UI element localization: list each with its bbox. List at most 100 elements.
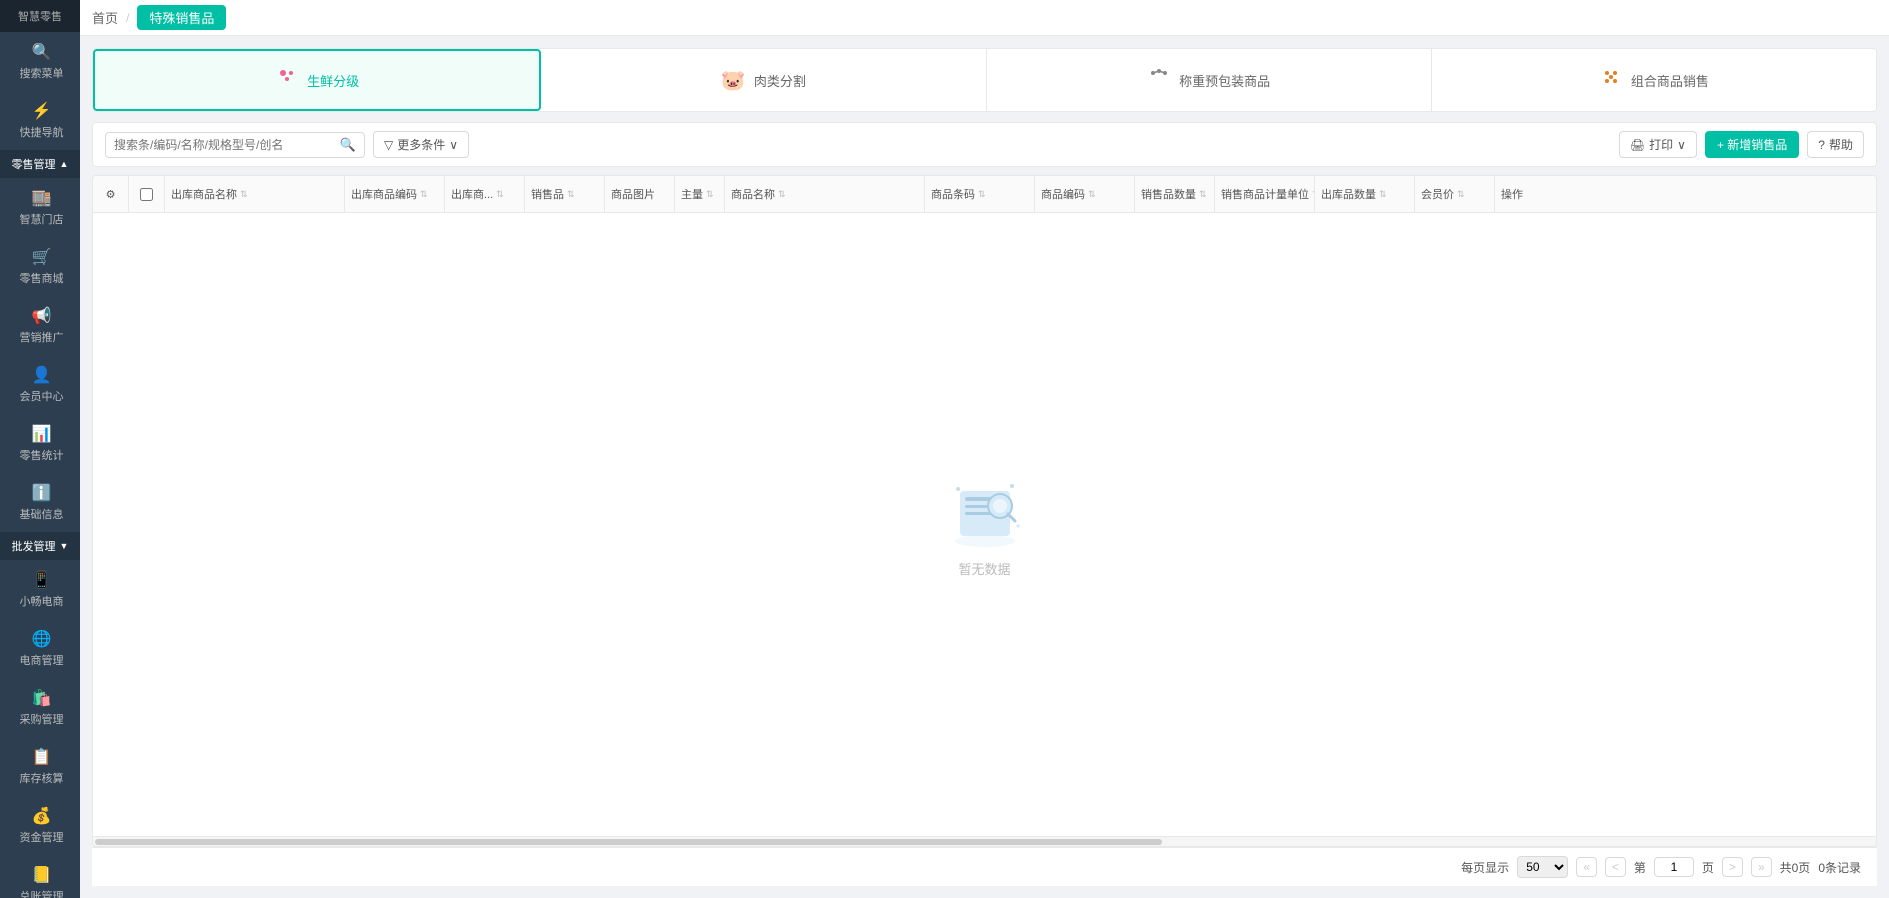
breadcrumb-home[interactable]: 首页 — [92, 8, 118, 27]
tab-fresh[interactable]: 生鲜分级 — [93, 49, 541, 111]
sidebar-item-quick[interactable]: ⚡ 快捷导航 — [0, 91, 80, 150]
goods-name-sort-icon[interactable]: ⇅ — [778, 190, 786, 199]
tab-meat-label: 肉类分割 — [754, 71, 806, 90]
print-icon: 🖨 — [1630, 138, 1645, 152]
tab-meat[interactable]: 🐷 肉类分割 — [541, 49, 986, 111]
sidebar-item-marketing[interactable]: 📢 营销推广 — [0, 296, 80, 355]
breadcrumb-current[interactable]: 特殊销售品 — [137, 5, 226, 30]
th-image: 商品图片 — [605, 176, 675, 212]
wholesale-section-label: 批发管理 — [12, 538, 56, 554]
th-sale-item: 销售品 ⇅ — [525, 176, 605, 212]
sidebar-label-member: 会员中心 — [20, 388, 64, 404]
empty-state: 暂无数据 — [940, 471, 1030, 578]
th-out-spec: 出库商... ⇅ — [445, 176, 525, 212]
sidebar-label-basic-info: 基础信息 — [20, 506, 64, 522]
search-icon[interactable]: 🔍 — [340, 137, 356, 153]
page-suffix: 页 — [1702, 859, 1714, 876]
sidebar-item-smart-store[interactable]: 🏬 智慧门店 — [0, 178, 80, 237]
sidebar-item-retail-stat[interactable]: 📊 零售统计 — [0, 414, 80, 473]
th-goods-name: 商品名称 ⇅ — [725, 176, 925, 212]
tab-weight[interactable]: 称重预包装商品 — [987, 49, 1432, 111]
sidebar-label-general: 总账管理 — [20, 888, 64, 898]
th-unit: 销售商品计量单位 ⇅ — [1215, 176, 1315, 212]
topbar: 首页 / 特殊销售品 — [80, 0, 1889, 36]
sidebar-label-ecommerce: 电商管理 — [20, 652, 64, 668]
toolbar: 🔍 ▽ 更多条件 ∨ 🖨 打印 ∨ + 新增销售品 ? — [92, 122, 1877, 167]
help-button[interactable]: ? 帮助 — [1807, 131, 1864, 158]
sidebar-section-retail[interactable]: 零售管理 ▲ — [0, 150, 80, 178]
marketing-icon: 📢 — [32, 306, 52, 326]
th-out-code: 出库商品编码 ⇅ — [345, 176, 445, 212]
sidebar-item-search[interactable]: 🔍 搜索菜单 — [0, 32, 80, 91]
retail-mall-icon: 🛒 — [32, 247, 52, 267]
app-logo: 智慧零售 — [0, 0, 80, 32]
retail-arrow-icon: ▲ — [60, 159, 69, 169]
new-sale-button[interactable]: + 新增销售品 — [1705, 131, 1799, 158]
basic-info-icon: ℹ️ — [32, 483, 52, 503]
quick-nav-icon: ⚡ — [32, 101, 52, 121]
print-button[interactable]: 🖨 打印 ∨ — [1619, 131, 1697, 158]
table-header: ⚙ 出库商品名称 ⇅ 出库商品编码 ⇅ 出库商... ⇅ — [93, 176, 1876, 213]
th-checkbox[interactable] — [129, 176, 165, 212]
barcode-sort-icon[interactable]: ⇅ — [978, 190, 986, 199]
filter-button[interactable]: ▽ 更多条件 ∨ — [373, 131, 469, 158]
prev-page-button[interactable]: < — [1605, 857, 1626, 877]
horizontal-scrollbar[interactable] — [93, 836, 1876, 846]
next-page-button[interactable]: > — [1722, 857, 1743, 877]
smart-store-icon: 🏬 — [32, 188, 52, 208]
last-page-button[interactable]: » — [1751, 857, 1772, 877]
tab-combo-label: 组合商品销售 — [1631, 71, 1709, 90]
sidebar-label-finance: 资金管理 — [20, 829, 64, 845]
tab-meat-icon: 🐷 — [721, 68, 746, 93]
out-spec-sort-icon[interactable]: ⇅ — [496, 190, 504, 199]
out-code-sort-icon[interactable]: ⇅ — [420, 190, 428, 199]
purchase-icon: 🛍️ — [32, 688, 52, 708]
tab-fresh-icon — [275, 65, 299, 95]
sidebar-item-mini-shop[interactable]: 📱 小畅电商 — [0, 560, 80, 619]
select-all-checkbox[interactable] — [140, 188, 153, 201]
sidebar-item-retail-mall[interactable]: 🛒 零售商城 — [0, 237, 80, 296]
sidebar-item-basic-info[interactable]: ℹ️ 基础信息 — [0, 473, 80, 532]
sidebar-item-general[interactable]: 📒 总账管理 — [0, 855, 80, 898]
help-icon: ? — [1818, 138, 1825, 152]
th-main: 主量 ⇅ — [675, 176, 725, 212]
main-sort-icon[interactable]: ⇅ — [706, 190, 714, 199]
gear-col-icon: ⚙ — [106, 188, 116, 201]
sidebar-label-quick: 快捷导航 — [20, 124, 64, 140]
table-area: ⚙ 出库商品名称 ⇅ 出库商品编码 ⇅ 出库商... ⇅ — [92, 175, 1877, 847]
finance-icon: 💰 — [32, 806, 52, 826]
tab-combo[interactable]: 组合商品销售 — [1432, 49, 1876, 111]
empty-illustration — [940, 471, 1030, 551]
sidebar-section-wholesale[interactable]: 批发管理 ▼ — [0, 532, 80, 560]
sidebar: 智慧零售 🔍 搜索菜单 ⚡ 快捷导航 零售管理 ▲ 🏬 智慧门店 🛒 零售商城 … — [0, 0, 80, 898]
search-input[interactable] — [114, 138, 334, 152]
print-label: 打印 — [1649, 136, 1673, 153]
sidebar-label-marketing: 营销推广 — [20, 329, 64, 345]
filter-label: 更多条件 — [397, 136, 445, 153]
sidebar-item-member[interactable]: 👤 会员中心 — [0, 355, 80, 414]
sidebar-item-purchase[interactable]: 🛍️ 采购管理 — [0, 678, 80, 737]
sidebar-item-finance[interactable]: 💰 资金管理 — [0, 796, 80, 855]
th-operation: 操作 — [1495, 176, 1555, 212]
search-box[interactable]: 🔍 — [105, 132, 365, 158]
per-page-select[interactable]: 10 20 50 100 — [1517, 856, 1568, 878]
sidebar-label-retail-mall: 零售商城 — [20, 270, 64, 286]
scrollbar-thumb[interactable] — [95, 839, 1162, 845]
member-price-sort-icon[interactable]: ⇅ — [1457, 190, 1465, 199]
first-page-button[interactable]: « — [1576, 857, 1597, 877]
ecommerce-icon: 🌐 — [32, 629, 52, 649]
sidebar-label-inventory: 库存核算 — [20, 770, 64, 786]
out-name-sort-icon[interactable]: ⇅ — [240, 190, 248, 199]
out-qty-sort-icon[interactable]: ⇅ — [1379, 190, 1387, 199]
sale-qty-sort-icon[interactable]: ⇅ — [1199, 190, 1207, 199]
goods-code-sort-icon[interactable]: ⇅ — [1088, 190, 1096, 199]
tab-bar: 生鲜分级 🐷 肉类分割 称重预包装商品 — [92, 48, 1877, 112]
pagination: 每页显示 10 20 50 100 « < 第 页 > » 共0页 0条记录 — [92, 847, 1877, 886]
sidebar-item-ecommerce[interactable]: 🌐 电商管理 — [0, 619, 80, 678]
retail-section-label: 零售管理 — [12, 156, 56, 172]
sidebar-item-inventory[interactable]: 📋 库存核算 — [0, 737, 80, 796]
sale-item-sort-icon[interactable]: ⇅ — [567, 190, 575, 199]
main-area: 首页 / 特殊销售品 生鲜分级 🐷 肉类分割 — [80, 0, 1889, 898]
page-number-input[interactable] — [1654, 857, 1694, 877]
th-gear[interactable]: ⚙ — [93, 176, 129, 212]
